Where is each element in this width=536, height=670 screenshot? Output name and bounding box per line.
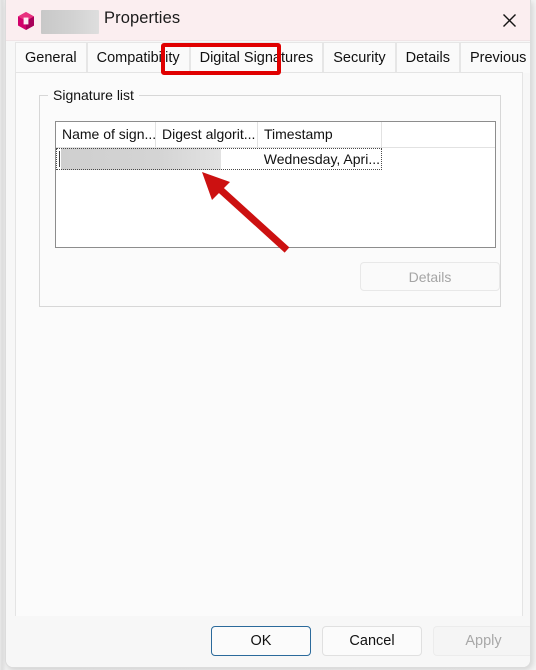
column-header-timestamp[interactable]: Timestamp [258, 122, 382, 147]
title-redacted-filename [41, 10, 99, 34]
tab-digital-signatures-label: Digital Signatures [199, 50, 314, 66]
dialog-footer: OK Cancel Apply [6, 616, 530, 667]
tab-compatibility-label: Compatibility [96, 50, 180, 66]
cancel-button-label: Cancel [349, 633, 395, 649]
tab-content-panel: Signature list Name of sign... Digest al… [15, 72, 523, 617]
close-icon[interactable] [487, 0, 530, 41]
cell-timestamp: Wednesday, Apri... [263, 151, 380, 167]
ok-button[interactable]: OK [211, 626, 311, 656]
window-title: Properties [104, 9, 181, 27]
tab-digital-signatures[interactable]: Digital Signatures [189, 42, 324, 73]
row-caret [59, 151, 60, 167]
column-header-digest-algorithm[interactable]: Digest algorit... [156, 122, 258, 147]
tab-compatibility[interactable]: Compatibility [86, 42, 190, 73]
tab-general[interactable]: General [15, 42, 87, 73]
apply-button: Apply [433, 626, 530, 656]
ok-button-label: OK [250, 633, 272, 649]
table-row[interactable]: Wednesday, Apri... [56, 148, 495, 170]
tab-previous-versions-label: Previous Versions [469, 50, 530, 66]
row-redaction-overlay [61, 148, 221, 170]
tab-security[interactable]: Security [323, 42, 396, 73]
column-header-filler [382, 122, 495, 147]
tab-details[interactable]: Details [395, 42, 460, 73]
apply-button-label: Apply [465, 633, 502, 649]
details-button[interactable]: Details [360, 262, 500, 291]
tab-general-label: General [25, 50, 77, 66]
listview-header-row: Name of sign... Digest algorit... Timest… [56, 122, 495, 148]
tab-security-label: Security [333, 50, 386, 66]
signature-listview[interactable]: Name of sign... Digest algorit... Timest… [55, 121, 496, 248]
tab-previous-versions[interactable]: Previous Versions [459, 42, 530, 73]
signature-list-group-label: Signature list [48, 87, 139, 103]
properties-window: Properties General Compatibility Digital… [5, 0, 531, 668]
column-header-name[interactable]: Name of sign... [56, 122, 156, 147]
cancel-button[interactable]: Cancel [322, 626, 422, 656]
tab-details-label: Details [405, 50, 450, 66]
tab-strip: General Compatibility Digital Signatures… [6, 41, 530, 73]
app-cube-icon [15, 10, 37, 32]
details-button-label: Details [408, 268, 452, 285]
title-bar[interactable]: Properties [6, 0, 530, 41]
signature-list-groupbox: Signature list Name of sign... Digest al… [39, 87, 501, 307]
